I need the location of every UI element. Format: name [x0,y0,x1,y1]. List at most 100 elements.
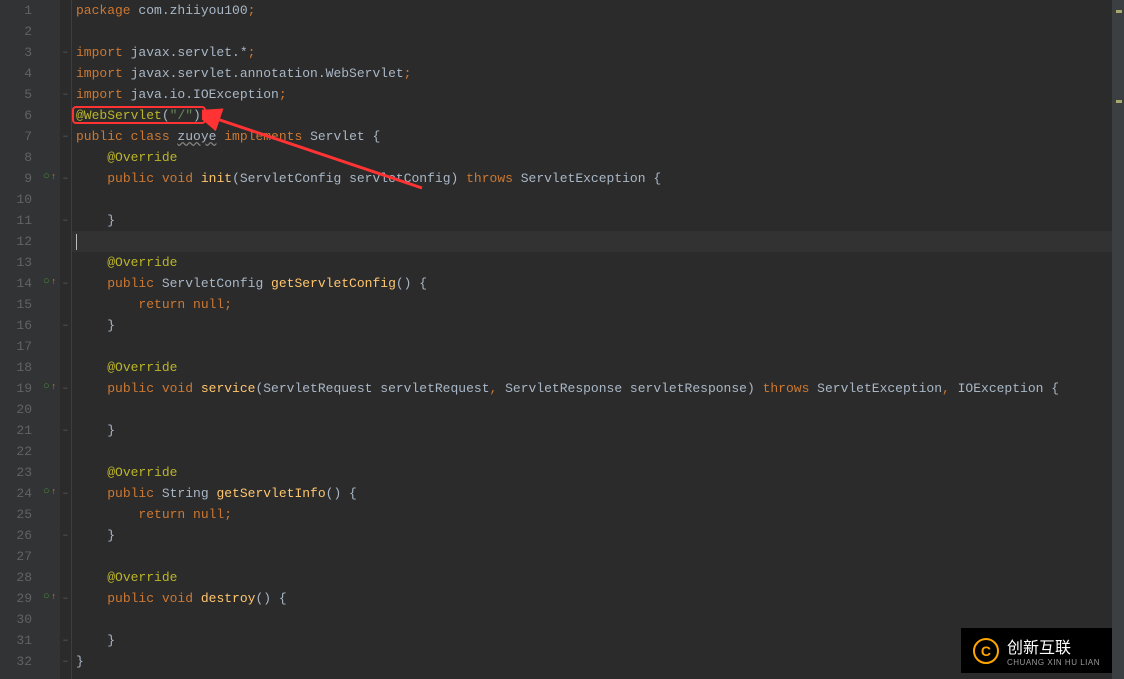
text: String [162,486,217,501]
code-line[interactable] [72,21,1112,42]
editor-scrollbar[interactable] [1112,0,1124,679]
line-number: 13 [0,252,32,273]
code-line[interactable]: } [72,651,1112,672]
annotation: @Override [107,150,177,165]
code-editor: 1234567891011121314151617181920212223242… [0,0,1124,679]
code-line[interactable]: } [72,420,1112,441]
marker-cell [40,420,60,441]
code-line[interactable] [72,546,1112,567]
marker-cell [40,147,60,168]
keyword: public void [107,381,201,396]
keyword: public void [107,171,201,186]
watermark-logo-icon: C [973,638,999,664]
code-line[interactable]: @Override [72,462,1112,483]
fold-toggle-icon[interactable]: − [63,279,68,289]
fold-toggle-icon[interactable]: − [63,531,68,541]
fold-toggle-icon[interactable]: − [63,321,68,331]
line-number: 29 [0,588,32,609]
marker-cell [40,273,60,294]
text: () { [255,591,286,606]
code-line[interactable]: @Override [72,357,1112,378]
fold-toggle-icon[interactable]: − [63,657,68,667]
fold-toggle-icon[interactable]: − [63,489,68,499]
code-line[interactable]: import javax.servlet.annotation.WebServl… [72,63,1112,84]
line-number: 21 [0,420,32,441]
string: "/" [170,108,193,123]
fold-cell [60,567,71,588]
code-line[interactable] [72,399,1112,420]
code-line[interactable]: public ServletConfig getServletConfig() … [72,273,1112,294]
line-number: 8 [0,147,32,168]
code-line[interactable] [72,336,1112,357]
paren: ( [162,108,170,123]
text: IOException { [958,381,1059,396]
code-line[interactable]: @WebServlet("/") [72,105,1112,126]
marker-cell [40,42,60,63]
override-marker-icon[interactable] [43,383,57,395]
watermark: C 创新互联 CHUANG XIN HU LIAN [961,628,1112,673]
code-line[interactable]: return null; [72,294,1112,315]
fold-cell [60,252,71,273]
fold-toggle-icon[interactable]: − [63,174,68,184]
fold-cell: − [60,210,71,231]
line-number: 19 [0,378,32,399]
code-line[interactable]: public class zuoye implements Servlet { [72,126,1112,147]
code-line[interactable]: public String getServletInfo() { [72,483,1112,504]
code-line[interactable]: public void init(ServletConfig servletCo… [72,168,1112,189]
fold-cell [60,546,71,567]
code-line[interactable]: public void service(ServletRequest servl… [72,378,1112,399]
line-number: 32 [0,651,32,672]
fold-cell: − [60,168,71,189]
override-marker-icon[interactable] [43,488,57,500]
code-line-current[interactable] [72,231,1112,252]
code-line[interactable] [72,189,1112,210]
fold-cell: − [60,588,71,609]
minimap-marks [1116,0,1124,679]
fold-cell [60,21,71,42]
code-line[interactable]: @Override [72,567,1112,588]
marker-cell [40,315,60,336]
fold-cell: − [60,525,71,546]
line-number: 2 [0,21,32,42]
code-line[interactable]: public void destroy() { [72,588,1112,609]
marker-cell [40,252,60,273]
code-line[interactable]: } [72,315,1112,336]
override-marker-icon[interactable] [43,593,57,605]
code-line[interactable] [72,609,1112,630]
fold-toggle-icon[interactable]: − [63,426,68,436]
code-line[interactable]: import java.io.IOException; [72,84,1112,105]
fold-toggle-icon[interactable]: − [63,132,68,142]
fold-cell [60,462,71,483]
code-line[interactable]: } [72,630,1112,651]
fold-cell [60,231,71,252]
fold-toggle-icon[interactable]: − [63,90,68,100]
code-line[interactable]: import javax.servlet.*; [72,42,1112,63]
override-marker-icon[interactable] [43,173,57,185]
fold-toggle-icon[interactable]: − [63,594,68,604]
keyword: import [76,45,131,60]
fold-cell: − [60,630,71,651]
code-line[interactable]: @Override [72,147,1112,168]
fold-cell: − [60,483,71,504]
code-line[interactable]: @Override [72,252,1112,273]
keyword: throws [763,381,818,396]
code-line[interactable]: package com.zhiiyou100; [72,0,1112,21]
code-line[interactable]: } [72,210,1112,231]
fold-gutter: − − − − − − − − − − − − − − [60,0,72,679]
code-area[interactable]: package com.zhiiyou100; import javax.ser… [72,0,1112,679]
override-marker-icon[interactable] [43,278,57,290]
marker-cell [40,189,60,210]
code-line[interactable] [72,441,1112,462]
fold-toggle-icon[interactable]: − [63,636,68,646]
line-number: 3 [0,42,32,63]
marker-cell [40,21,60,42]
classname: IOException [193,87,279,102]
code-line[interactable]: } [72,525,1112,546]
fold-toggle-icon[interactable]: − [63,384,68,394]
fold-toggle-icon[interactable]: − [63,216,68,226]
semicolon: ; [248,3,256,18]
marker-cell [40,399,60,420]
fold-toggle-icon[interactable]: − [63,48,68,58]
fold-cell: − [60,273,71,294]
code-line[interactable]: return null; [72,504,1112,525]
